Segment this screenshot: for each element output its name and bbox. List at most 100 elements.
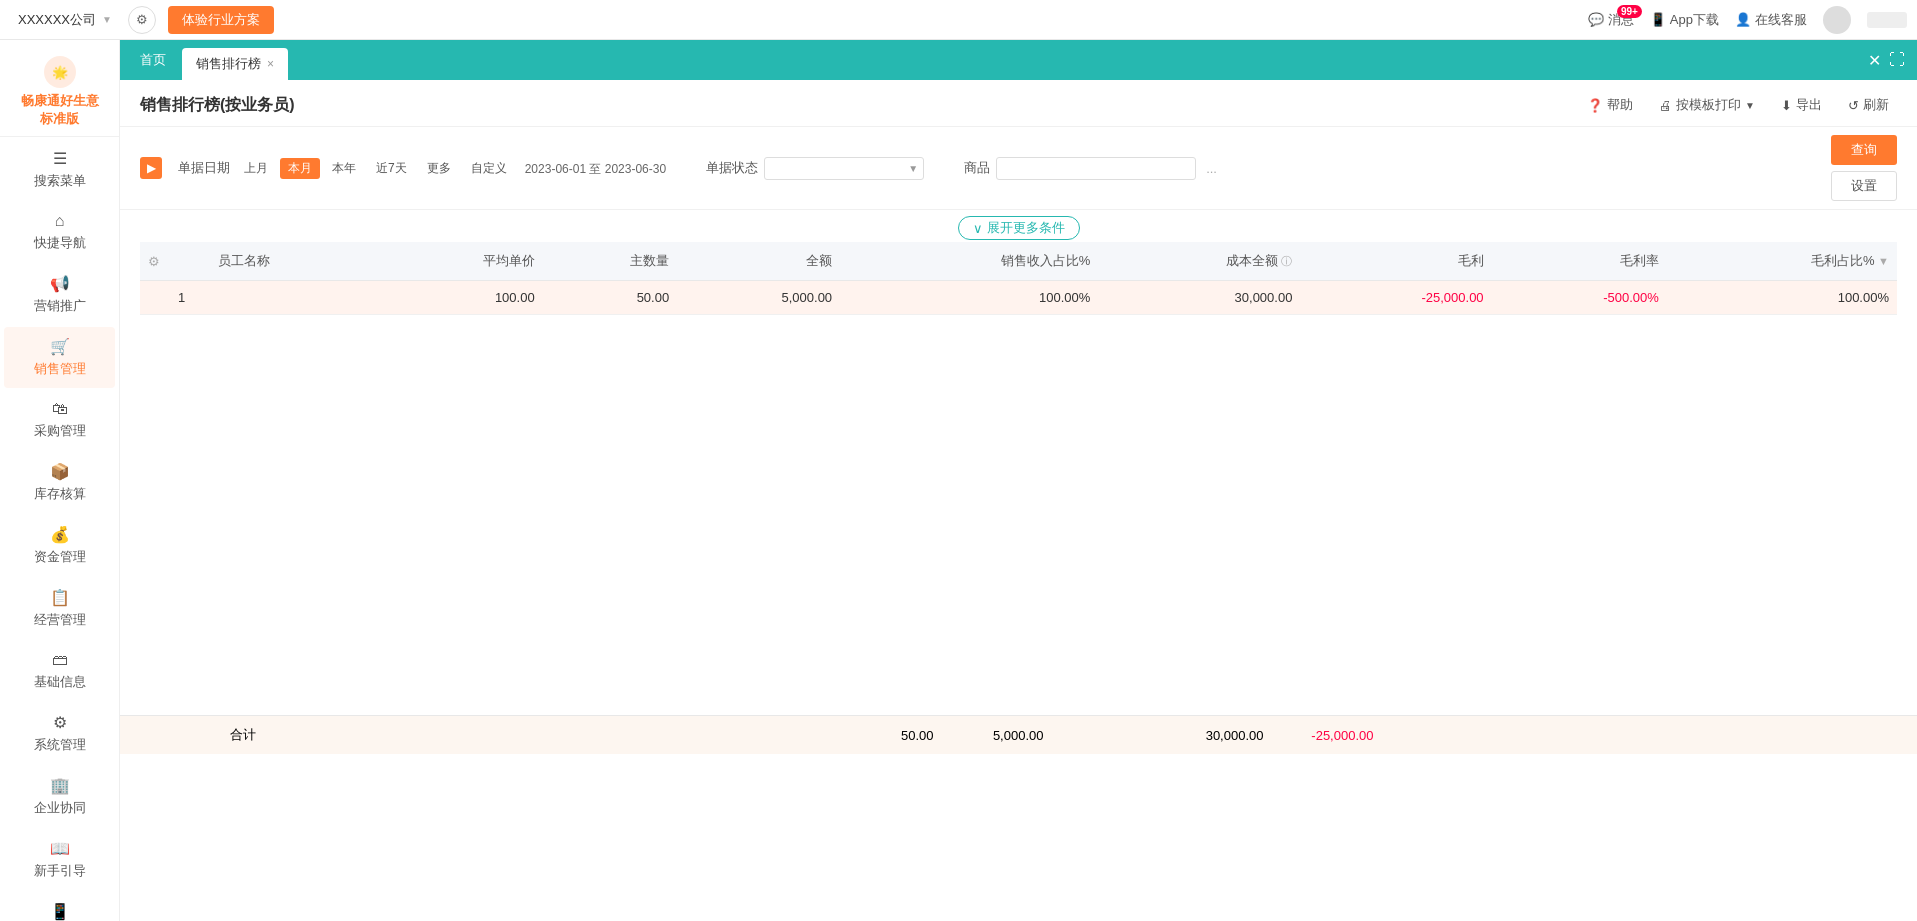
settings-button[interactable]: 设置 (1831, 171, 1897, 201)
sidebar-label-guide: 新手引导 (34, 862, 86, 880)
date-option-上月[interactable]: 上月 (236, 158, 276, 179)
sidebar-label-finance: 资金管理 (34, 548, 86, 566)
table-container: ⚙ 员工名称 平均单价 主数量 全额 销售收入占比% 成本全额 ⓘ 毛利 毛利率 (120, 242, 1917, 315)
tab-sales-ranking[interactable]: 销售排行榜 × (182, 48, 288, 80)
logo-icon: 🌟 (42, 54, 78, 90)
settings-icon[interactable]: ⚙ (128, 6, 156, 34)
sidebar-item-system[interactable]: ⚙ 系统管理 (4, 703, 115, 764)
window-close-icon[interactable]: ✕ (1868, 51, 1881, 70)
sidebar-label-basic-info: 基础信息 (34, 673, 86, 691)
refresh-button[interactable]: ↺ 刷新 (1840, 92, 1897, 118)
goods-input[interactable] (996, 157, 1196, 180)
message-icon: 💬 (1588, 12, 1604, 27)
col-quantity: 主数量 (543, 242, 678, 281)
page-actions: ❓ 帮助 🖨 按模板打印 ▼ ⬇ 导出 ↺ 刷新 (1579, 92, 1897, 118)
tab-home[interactable]: 首页 (124, 40, 182, 80)
top-bar: XXXXXX公司 ▼ ⚙ 体验行业方案 💬 消息 99+ 📱 App下载 👤 在… (0, 0, 1917, 40)
sidebar-item-operations[interactable]: 📋 经营管理 (4, 578, 115, 639)
sidebar-item-marketing[interactable]: 📢 营销推广 (4, 264, 115, 325)
filter-section: ▶ 单据日期 上月本月本年近7天更多自定义 2023-06-01 至 2023-… (120, 127, 1917, 210)
sidebar-icon-quick-nav: ⌂ (55, 212, 65, 230)
date-option-本年[interactable]: 本年 (324, 158, 364, 179)
expand-more-row: ∨ 展开更多条件 (120, 210, 1917, 242)
date-option-本月[interactable]: 本月 (280, 158, 320, 179)
export-icon: ⬇ (1781, 98, 1792, 113)
sidebar-item-guide[interactable]: 📖 新手引导 (4, 829, 115, 890)
row-gross-rate: -500.00% (1492, 281, 1667, 315)
sidebar-item-basic-info[interactable]: 🗃 基础信息 (4, 641, 115, 701)
col-amount: 全额 (677, 242, 840, 281)
table-body: 1 100.00 50.00 5,000.00 100.00% 30,000.0… (140, 281, 1897, 315)
app-download-button[interactable]: 📱 App下载 (1650, 11, 1719, 29)
table-header-row: ⚙ 员工名称 平均单价 主数量 全额 销售收入占比% 成本全额 ⓘ 毛利 毛利率 (140, 242, 1897, 281)
date-option-自定义[interactable]: 自定义 (463, 158, 515, 179)
export-button[interactable]: ⬇ 导出 (1773, 92, 1830, 118)
status-select[interactable] (764, 157, 924, 180)
query-button[interactable]: 查询 (1831, 135, 1897, 165)
footer-amount: 5,000.00 (934, 728, 1044, 743)
sidebar-item-purchase[interactable]: 🛍 采购管理 (4, 390, 115, 450)
sidebar-item-inventory[interactable]: 📦 库存核算 (4, 452, 115, 513)
date-options: 上月本月本年近7天更多自定义 (236, 158, 515, 179)
sidebar-item-enterprise[interactable]: 🏢 企业协同 (4, 766, 115, 827)
status-label: 单据状态 (706, 159, 758, 177)
sidebar-label-inventory: 库存核算 (34, 485, 86, 503)
tab-close-icon[interactable]: × (267, 57, 274, 71)
sidebar-label-purchase: 采购管理 (34, 422, 86, 440)
row-gross-ratio: 100.00% (1667, 281, 1897, 315)
row-name (210, 281, 376, 315)
cost-info-icon: ⓘ (1281, 255, 1292, 267)
sidebar-item-quick-nav[interactable]: ⌂ 快捷导航 (4, 202, 115, 262)
row-settings (140, 281, 170, 315)
col-settings[interactable]: ⚙ (140, 242, 170, 281)
col-gross: 毛利 (1300, 242, 1491, 281)
sidebar-item-sales[interactable]: 🛒 销售管理 (4, 327, 115, 388)
sidebar-label-marketing: 营销推广 (34, 297, 86, 315)
more-conditions-icon[interactable]: ... (1206, 161, 1217, 176)
company-selector[interactable]: XXXXXX公司 ▼ (10, 7, 120, 33)
data-table: ⚙ 员工名称 平均单价 主数量 全额 销售收入占比% 成本全额 ⓘ 毛利 毛利率 (140, 242, 1897, 315)
date-option-更多[interactable]: 更多 (419, 158, 459, 179)
col-sales-ratio: 销售收入占比% (840, 242, 1098, 281)
online-service-button[interactable]: 👤 在线客服 (1735, 11, 1807, 29)
row-amount: 5,000.00 (677, 281, 840, 315)
table-row: 1 100.00 50.00 5,000.00 100.00% 30,000.0… (140, 281, 1897, 315)
sidebar-label-enterprise: 企业协同 (34, 799, 86, 817)
footer-gross: -25,000.00 (1264, 728, 1374, 743)
col-gross-rate: 毛利率 (1492, 242, 1667, 281)
date-option-近7天[interactable]: 近7天 (368, 158, 415, 179)
sidebar-label-search-order: 搜索菜单 (34, 172, 86, 190)
help-button[interactable]: ❓ 帮助 (1579, 92, 1641, 118)
sidebar-item-app-center[interactable]: 📱 应用中心 (4, 892, 115, 921)
template-print-button[interactable]: 🖨 按模板打印 ▼ (1651, 92, 1763, 118)
print-icon: 🖨 (1659, 98, 1672, 113)
avatar[interactable] (1823, 6, 1851, 34)
trial-button[interactable]: 体验行业方案 (168, 6, 274, 34)
sidebar-icon-enterprise: 🏢 (50, 776, 70, 795)
goods-label: 商品 (964, 159, 990, 177)
arrow-right-icon: ▶ (147, 161, 156, 175)
top-right-area: 💬 消息 99+ 📱 App下载 👤 在线客服 (1588, 6, 1907, 34)
page-content: 销售排行榜(按业务员) ❓ 帮助 🖨 按模板打印 ▼ ⬇ 导出 (120, 80, 1917, 921)
tab-label: 销售排行榜 (196, 55, 261, 73)
expand-conditions-button[interactable]: ∨ 展开更多条件 (958, 216, 1080, 240)
company-name: XXXXXX公司 (18, 11, 96, 29)
service-icon: 👤 (1735, 12, 1751, 27)
message-button[interactable]: 💬 消息 99+ (1588, 11, 1634, 29)
tab-bar-right: ✕ ⛶ (1868, 51, 1913, 70)
help-icon: ❓ (1587, 98, 1603, 113)
window-expand-icon[interactable]: ⛶ (1889, 51, 1905, 69)
sidebar-icon-inventory: 📦 (50, 462, 70, 481)
date-range: 2023-06-01 至 2023-06-30 (525, 161, 666, 178)
gross-ratio-info-icon: ▼ (1878, 255, 1889, 267)
sidebar-item-finance[interactable]: 💰 资金管理 (4, 515, 115, 576)
sidebar-label-sales: 销售管理 (34, 360, 86, 378)
content-area: 首页 销售排行榜 × ✕ ⛶ 销售排行榜(按业务员) ❓ 帮助 (120, 40, 1917, 921)
sidebar-icon-marketing: 📢 (50, 274, 70, 293)
sidebar-item-search-order[interactable]: ☰ 搜索菜单 (4, 139, 115, 200)
table-footer: 合计 50.00 5,000.00 30,000.00 -25,000.00 (120, 715, 1917, 754)
filter-toggle-button[interactable]: ▶ (140, 157, 162, 179)
refresh-icon: ↺ (1848, 98, 1859, 113)
logo-text: 畅康通好生意 标准版 (21, 92, 99, 128)
col-employee-name: 员工名称 (210, 242, 376, 281)
